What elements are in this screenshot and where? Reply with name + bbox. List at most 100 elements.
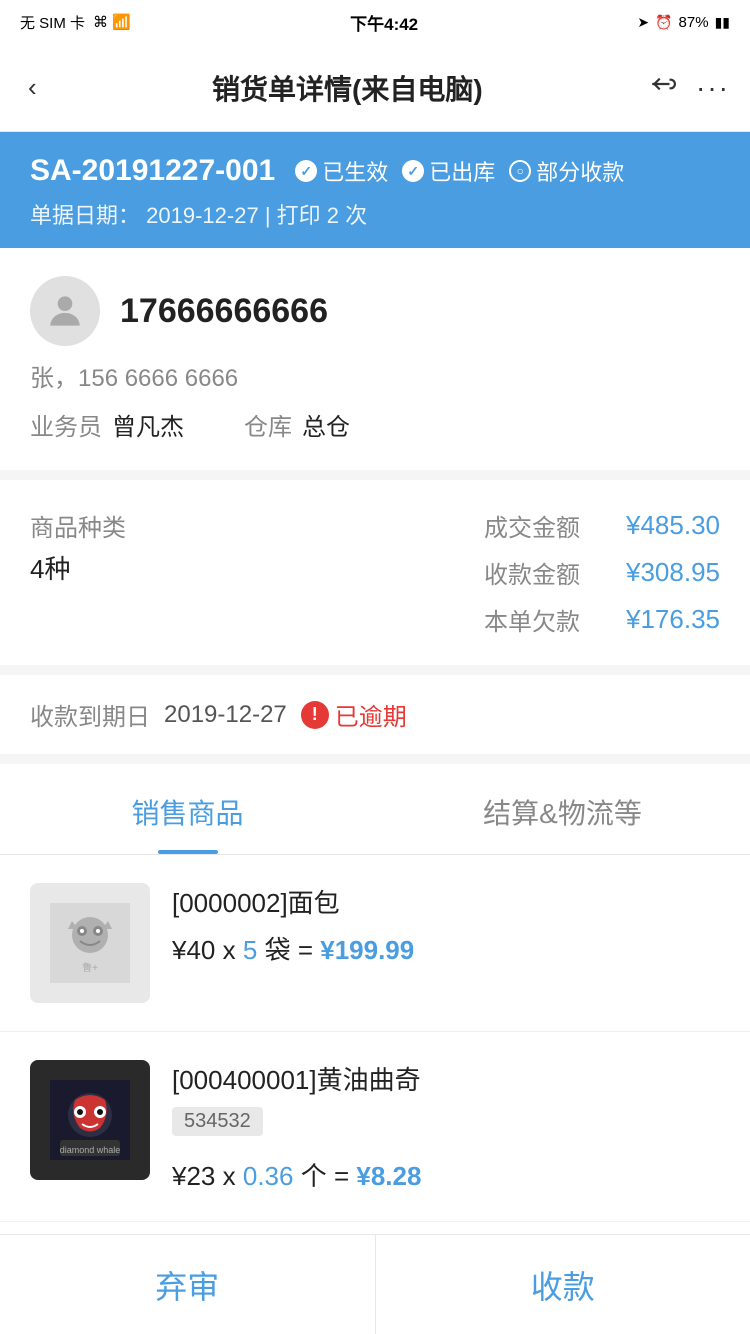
product-name-1: [0000002]面包 (172, 883, 720, 920)
nav-bar: ‹ 销货单详情(来自电脑) ··· (0, 44, 750, 132)
product-unit-price-2: ¥23 (172, 1161, 215, 1191)
customer-meta: 业务员 曾凡杰 仓库 总仓 (30, 407, 720, 442)
debt-value: ¥176.35 (600, 604, 720, 635)
check-icon-2: ✓ (402, 160, 424, 182)
badge-partial: ○ 部分收款 (509, 155, 624, 187)
print-info: | 打印 2 次 (265, 203, 367, 228)
check-icon-1: ✓ (295, 160, 317, 182)
date-label: 单据日期： (30, 203, 140, 228)
more-button[interactable]: ··· (696, 72, 730, 104)
battery-icon: ▮▮ (715, 14, 730, 31)
product-info-2: [000400001]黄油曲奇 534532 ¥23 x 0.36 个 = ¥8… (172, 1060, 720, 1193)
location-icon: ➤ (637, 14, 649, 31)
product-title-2: 黄油曲奇 (317, 1065, 421, 1095)
received-value: ¥308.95 (600, 557, 720, 588)
customer-section: 17666666666 张，156 6666 6666 业务员 曾凡杰 仓库 总… (0, 248, 750, 470)
salesperson-item: 业务员 曾凡杰 (30, 407, 184, 442)
received-row: 收款金额 ¥308.95 (484, 555, 720, 590)
product-qty-2: 0.36 (243, 1161, 294, 1191)
product-item-2: diamond whale [000400001]黄油曲奇 534532 ¥23… (0, 1032, 750, 1222)
product-qty-1: 5 (243, 935, 257, 965)
category-value: 4种 (30, 549, 126, 586)
status-bar: 无 SIM 卡 ⌘︎ 📶 下午4:42 ➤ ⏰ 87% ▮▮ (0, 0, 750, 44)
product-unit-2: 个 (301, 1161, 327, 1191)
product-tag-2: 534532 (172, 1107, 263, 1136)
due-section: 收款到期日 2019-12-27 ! 已逾期 (0, 675, 750, 754)
debt-label: 本单欠款 (484, 602, 580, 637)
cancel-review-button[interactable]: 弃审 (0, 1235, 376, 1334)
customer-row: 17666666666 (30, 276, 720, 346)
badge-partial-label: 部分收款 (536, 155, 624, 187)
tab-settlement[interactable]: 结算&物流等 (375, 764, 750, 854)
page-title: 销货单详情(来自电脑) (212, 68, 483, 108)
warehouse-label: 仓库 (244, 407, 292, 442)
tab-settlement-label: 结算&物流等 (483, 798, 642, 829)
due-label: 收款到期日 (30, 697, 150, 732)
svg-text:鲁+: 鲁+ (82, 961, 98, 974)
tabs-section: 销售商品 结算&物流等 (0, 764, 750, 855)
badge-shipped-label: 已出库 (429, 155, 495, 187)
warehouse-item: 仓库 总仓 (244, 407, 350, 442)
badge-shipped: ✓ 已出库 (402, 155, 495, 187)
badge-effective: ✓ 已生效 (295, 155, 388, 187)
badge-effective-label: 已生效 (322, 155, 388, 187)
received-label: 收款金额 (484, 555, 580, 590)
bottom-bar: 弃审 收款 (0, 1234, 750, 1334)
status-left: 无 SIM 卡 ⌘︎ 📶 (20, 12, 131, 33)
product-multiply-2: x (223, 1161, 243, 1191)
summary-right: 成交金额 ¥485.30 收款金额 ¥308.95 本单欠款 ¥176.35 (484, 508, 720, 637)
customer-phone: 17666666666 (120, 292, 328, 331)
status-time: 下午4:42 (350, 10, 418, 35)
product-equals-2: = (334, 1161, 356, 1191)
overdue-icon: ! (301, 701, 329, 729)
product-unit-1: 袋 (265, 935, 291, 965)
product-equals-1: = (298, 935, 320, 965)
deal-amount-label: 成交金额 (484, 508, 580, 543)
battery-label: 87% (679, 14, 709, 31)
product-multiply-1: x (223, 935, 243, 965)
overdue-badge: ! 已逾期 (301, 697, 407, 732)
header-band-top: SA-20191227-001 ✓ 已生效 ✓ 已出库 ○ 部分收款 (30, 154, 720, 188)
product-code-1: [0000002] (172, 888, 288, 918)
header-band: SA-20191227-001 ✓ 已生效 ✓ 已出库 ○ 部分收款 单据日期：… (0, 132, 750, 248)
carrier-label: 无 SIM 卡 (20, 12, 85, 33)
status-right: ➤ ⏰ 87% ▮▮ (637, 14, 730, 31)
date-value: 2019-12-27 (146, 203, 259, 228)
product-thumb-2: diamond whale (30, 1060, 150, 1180)
category-label: 商品种类 (30, 508, 126, 543)
tab-underline (158, 850, 218, 854)
product-total-1: ¥199.99 (320, 935, 414, 965)
product-title-1: 面包 (288, 888, 340, 918)
product-price-1: ¥40 x 5 袋 = ¥199.99 (172, 930, 720, 967)
collect-payment-button[interactable]: 收款 (376, 1235, 750, 1334)
svg-text:diamond whale: diamond whale (60, 1145, 121, 1155)
tab-sales-products-label: 销售商品 (131, 798, 243, 829)
overdue-text: 已逾期 (335, 697, 407, 732)
share-button[interactable] (650, 71, 676, 104)
product-total-2: ¥8.28 (356, 1161, 421, 1191)
summary-left: 商品种类 4种 (30, 508, 126, 586)
salesperson-label: 业务员 (30, 407, 102, 442)
salesperson-value: 曾凡杰 (112, 407, 184, 442)
header-band-bottom: 单据日期： 2019-12-27 | 打印 2 次 (30, 198, 720, 230)
product-price-2: ¥23 x 0.36 个 = ¥8.28 (172, 1156, 720, 1193)
due-date-value: 2019-12-27 (164, 701, 287, 729)
deal-amount-value: ¥485.30 (600, 510, 720, 541)
debt-row: 本单欠款 ¥176.35 (484, 602, 720, 637)
tab-sales-products[interactable]: 销售商品 (0, 764, 375, 854)
customer-name: 张，156 6666 6666 (30, 358, 720, 393)
product-item: 鲁+ [0000002]面包 ¥40 x 5 袋 = ¥199.99 (0, 855, 750, 1032)
order-number: SA-20191227-001 (30, 154, 275, 188)
product-unit-price-1: ¥40 (172, 935, 215, 965)
product-info-1: [0000002]面包 ¥40 x 5 袋 = ¥199.99 (172, 883, 720, 967)
alarm-icon: ⏰ (655, 14, 672, 31)
product-code-2: [000400001] (172, 1065, 317, 1095)
product-thumb-1: 鲁+ (30, 883, 150, 1003)
deal-amount-row: 成交金额 ¥485.30 (484, 508, 720, 543)
status-badges: ✓ 已生效 ✓ 已出库 ○ 部分收款 (295, 155, 624, 187)
nav-actions: ··· (650, 71, 730, 104)
back-button[interactable]: ‹ (20, 64, 45, 111)
avatar (30, 276, 100, 346)
warehouse-value: 总仓 (302, 407, 350, 442)
clock-icon: ○ (509, 160, 531, 182)
